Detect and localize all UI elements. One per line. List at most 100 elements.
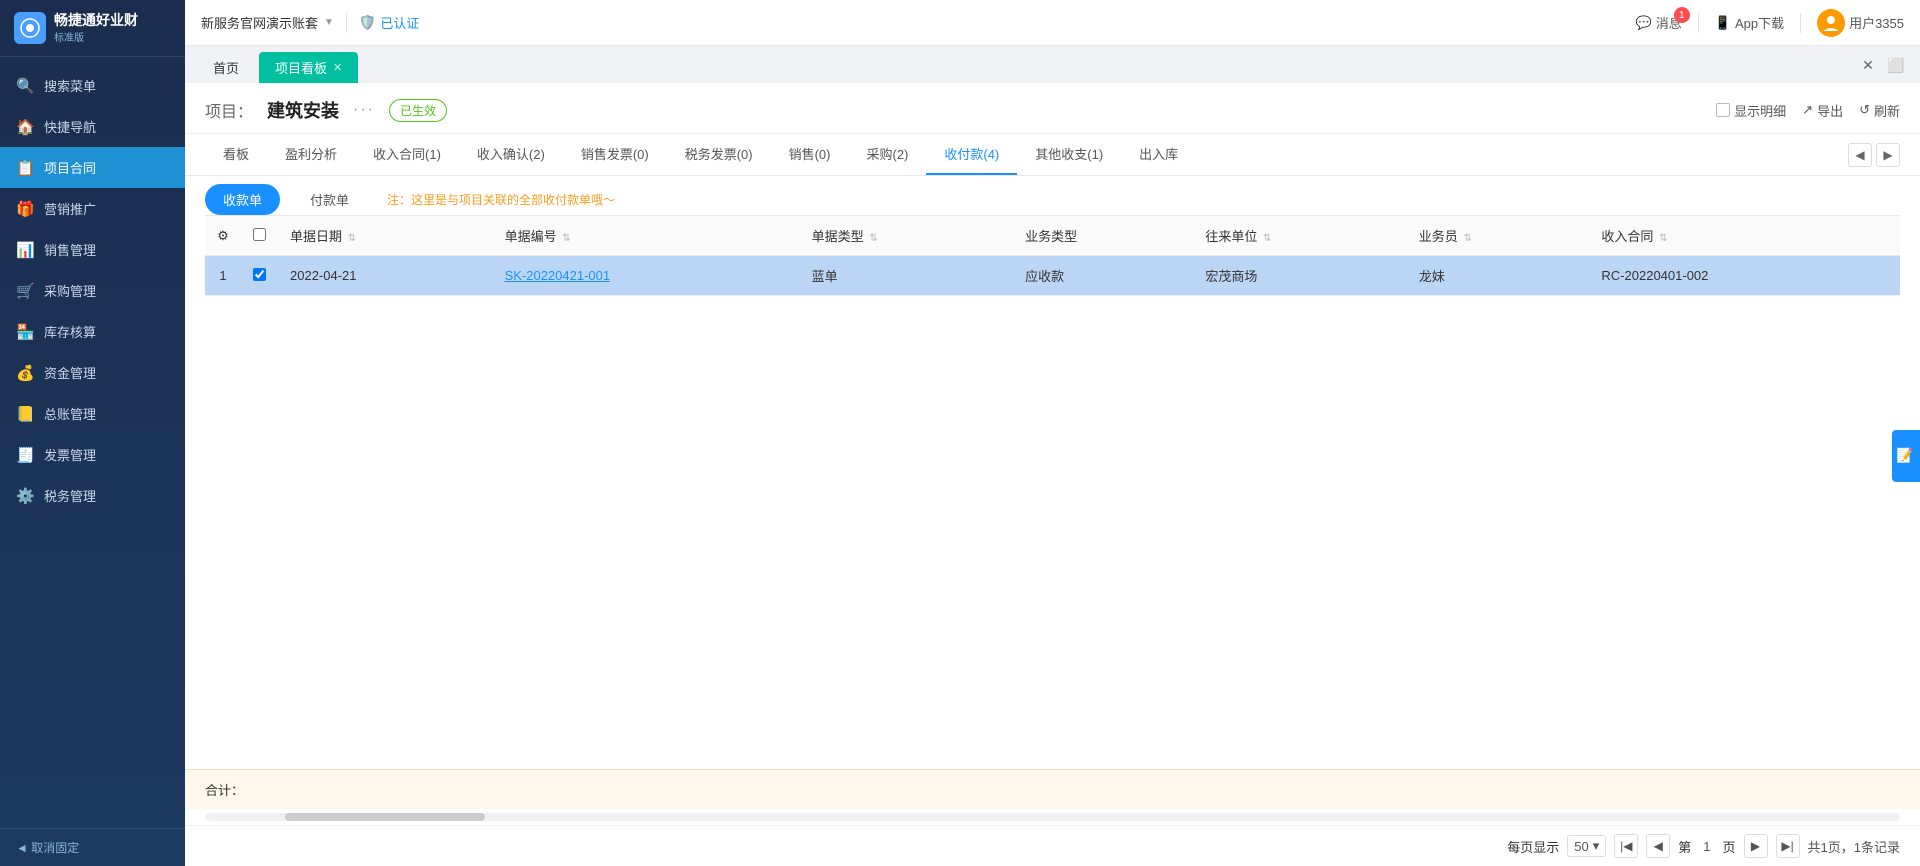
settings-column-header[interactable]: ⚙	[205, 216, 241, 256]
number-column-header[interactable]: 单据编号 ⇅	[493, 216, 800, 256]
sub-tab-sales[interactable]: 销售(0)	[771, 134, 849, 175]
row-biz-type: 应收款	[1013, 256, 1193, 296]
scrollbar-row	[185, 809, 1920, 825]
ledger-icon: 📒	[16, 405, 34, 423]
page-header: 项目： 建筑安装 ··· 已生效 显示明细 ↗ 导出 ↺	[185, 83, 1920, 134]
last-page-button[interactable]: ▶|	[1776, 834, 1800, 858]
row-number[interactable]: SK-20220421-001	[493, 256, 800, 296]
app-download-button[interactable]: 📱 App下载	[1715, 13, 1784, 32]
show-detail-checkbox[interactable]: 显示明细	[1716, 101, 1786, 120]
sidebar-item-finance[interactable]: 💰 资金管理	[0, 352, 185, 393]
tab-project-board[interactable]: 项目看板 ✕	[259, 52, 358, 83]
home-icon: 🏠	[16, 118, 34, 136]
sidebar-item-quick[interactable]: 🏠 快捷导航	[0, 106, 185, 147]
data-table: ⚙ 单据日期 ⇅ 单据编号 ⇅	[205, 215, 1900, 296]
payment-tab-button[interactable]: 付款单	[292, 184, 367, 215]
date-column-header[interactable]: 单据日期 ⇅	[278, 216, 493, 256]
sub-tab-income-confirm[interactable]: 收入确认(2)	[459, 134, 563, 175]
row-salesperson: 龙妹	[1407, 256, 1590, 296]
page-unit: 页	[1723, 837, 1736, 856]
sub-tab-purchase[interactable]: 采购(2)	[848, 134, 926, 175]
table-header-row: ⚙ 单据日期 ⇅ 单据编号 ⇅	[205, 216, 1900, 256]
scrollbar-thumb[interactable]	[285, 813, 485, 821]
partner-column-header[interactable]: 往来单位 ⇅	[1193, 216, 1406, 256]
project-label-text: 项目：	[205, 98, 253, 122]
refresh-label: 刷新	[1874, 101, 1900, 120]
sidebar-item-label: 库存核算	[44, 322, 96, 341]
receipt-tab-button[interactable]: 收款单	[205, 184, 280, 215]
per-page-select[interactable]: 50 ▾	[1567, 835, 1606, 857]
next-page-button[interactable]: ▶	[1744, 834, 1768, 858]
sub-tabs: 看板 盈利分析 收入合同(1) 收入确认(2) 销售发票(0) 税务发票(0)	[185, 134, 1920, 176]
type-column-header[interactable]: 单据类型 ⇅	[800, 216, 1013, 256]
sidebar-item-inventory[interactable]: 🏪 库存核算	[0, 311, 185, 352]
sub-tab-prev-button[interactable]: ◀	[1848, 143, 1872, 167]
row-checkbox[interactable]	[253, 268, 266, 281]
feedback-button[interactable]: 📝	[1892, 430, 1920, 482]
sub-tab-profit[interactable]: 盈利分析	[267, 134, 355, 175]
window-controls: ✕ ⬜	[1856, 53, 1908, 77]
more-button[interactable]: ···	[353, 101, 375, 119]
sidebar-item-ledger[interactable]: 📒 总账管理	[0, 393, 185, 434]
salesperson-column-header[interactable]: 业务员 ⇅	[1407, 216, 1590, 256]
topbar-divider	[346, 13, 347, 33]
project-name: 新服务官网演示账套	[201, 13, 318, 32]
page-content: 项目： 建筑安装 ··· 已生效 显示明细 ↗ 导出 ↺	[185, 83, 1920, 866]
sidebar-item-label: 采购管理	[44, 281, 96, 300]
sort-icon: ⇅	[348, 233, 356, 244]
finance-icon: 💰	[16, 364, 34, 382]
horizontal-scrollbar[interactable]	[205, 813, 1900, 821]
tab-home[interactable]: 首页	[197, 52, 255, 83]
sort-icon: ⇅	[869, 233, 877, 244]
refresh-button[interactable]: ↺ 刷新	[1859, 101, 1900, 120]
cert-label: 已认证	[380, 13, 419, 32]
sidebar-item-marketing[interactable]: 🎁 营销推广	[0, 188, 185, 229]
sidebar-header: 畅捷通好业财 标准版	[0, 0, 185, 57]
user-info[interactable]: 用户3355	[1817, 9, 1904, 37]
sidebar-item-label: 资金管理	[44, 363, 96, 382]
sidebar-item-sales[interactable]: 📊 销售管理	[0, 229, 185, 270]
tabs-row: 首页 项目看板 ✕ ✕ ⬜	[185, 46, 1920, 83]
expand-window-button[interactable]: ⬜	[1884, 53, 1908, 77]
sub-tab-receipt[interactable]: 收付款(4)	[926, 134, 1017, 175]
phone-icon: 📱	[1715, 15, 1731, 31]
main-area: 新服务官网演示账套 ▼ 🛡️ 已认证 💬 消息 1 📱 App下载	[185, 0, 1920, 866]
message-button[interactable]: 💬 消息 1	[1636, 13, 1682, 32]
per-page-value: 50	[1574, 839, 1588, 854]
sidebar-item-contract[interactable]: 📋 项目合同	[0, 147, 185, 188]
sidebar-item-invoice[interactable]: 🧾 发票管理	[0, 434, 185, 475]
first-page-button[interactable]: |◀	[1614, 834, 1638, 858]
select-all-checkbox[interactable]	[253, 228, 266, 241]
chat-icon: 💬	[1636, 15, 1652, 31]
sidebar-item-search[interactable]: 🔍 搜索菜单	[0, 65, 185, 106]
tab-close-icon[interactable]: ✕	[333, 61, 342, 74]
sub-tab-tax-invoice[interactable]: 税务发票(0)	[667, 134, 771, 175]
checkbox-column-header[interactable]	[241, 216, 278, 256]
row-checkbox-cell[interactable]	[241, 256, 278, 296]
avatar	[1817, 9, 1845, 37]
sub-tab-other-income[interactable]: 其他收支(1)	[1017, 134, 1121, 175]
close-window-button[interactable]: ✕	[1856, 53, 1880, 77]
app-download-label: App下载	[1735, 13, 1784, 32]
sub-tab-next-button[interactable]: ▶	[1876, 143, 1900, 167]
sidebar-item-tax[interactable]: ⚙️ 税务管理	[0, 475, 185, 516]
prev-page-button[interactable]: ◀	[1646, 834, 1670, 858]
status-badge: 已生效	[389, 99, 447, 122]
sidebar-unpin-button[interactable]: ◄ 取消固定	[0, 828, 185, 866]
table-row[interactable]: 1 2022-04-21 SK-20220421-001 蓝单 应收款	[205, 256, 1900, 296]
sidebar-nav: 🔍 搜索菜单 🏠 快捷导航 📋 项目合同 🎁 营销推广 📊 销售管理 🛒 采购管…	[0, 57, 185, 828]
export-button[interactable]: ↗ 导出	[1802, 101, 1843, 120]
sub-tab-in-out[interactable]: 出入库	[1121, 134, 1196, 175]
per-page-label: 每页显示	[1507, 837, 1559, 856]
sidebar-item-label: 搜索菜单	[44, 76, 96, 95]
sub-tab-income-contract[interactable]: 收入合同(1)	[355, 134, 459, 175]
sidebar-item-purchase[interactable]: 🛒 采购管理	[0, 270, 185, 311]
message-badge: 1	[1674, 7, 1690, 23]
tax-icon: ⚙️	[16, 487, 34, 505]
invoice-icon: 🧾	[16, 446, 34, 464]
income-contract-column-header[interactable]: 收入合同 ⇅	[1589, 216, 1900, 256]
sidebar-item-label: 快捷导航	[44, 117, 96, 136]
project-selector[interactable]: 新服务官网演示账套 ▼	[201, 13, 334, 32]
sub-tab-sales-invoice[interactable]: 销售发票(0)	[563, 134, 667, 175]
sub-tab-kanban[interactable]: 看板	[205, 134, 267, 175]
